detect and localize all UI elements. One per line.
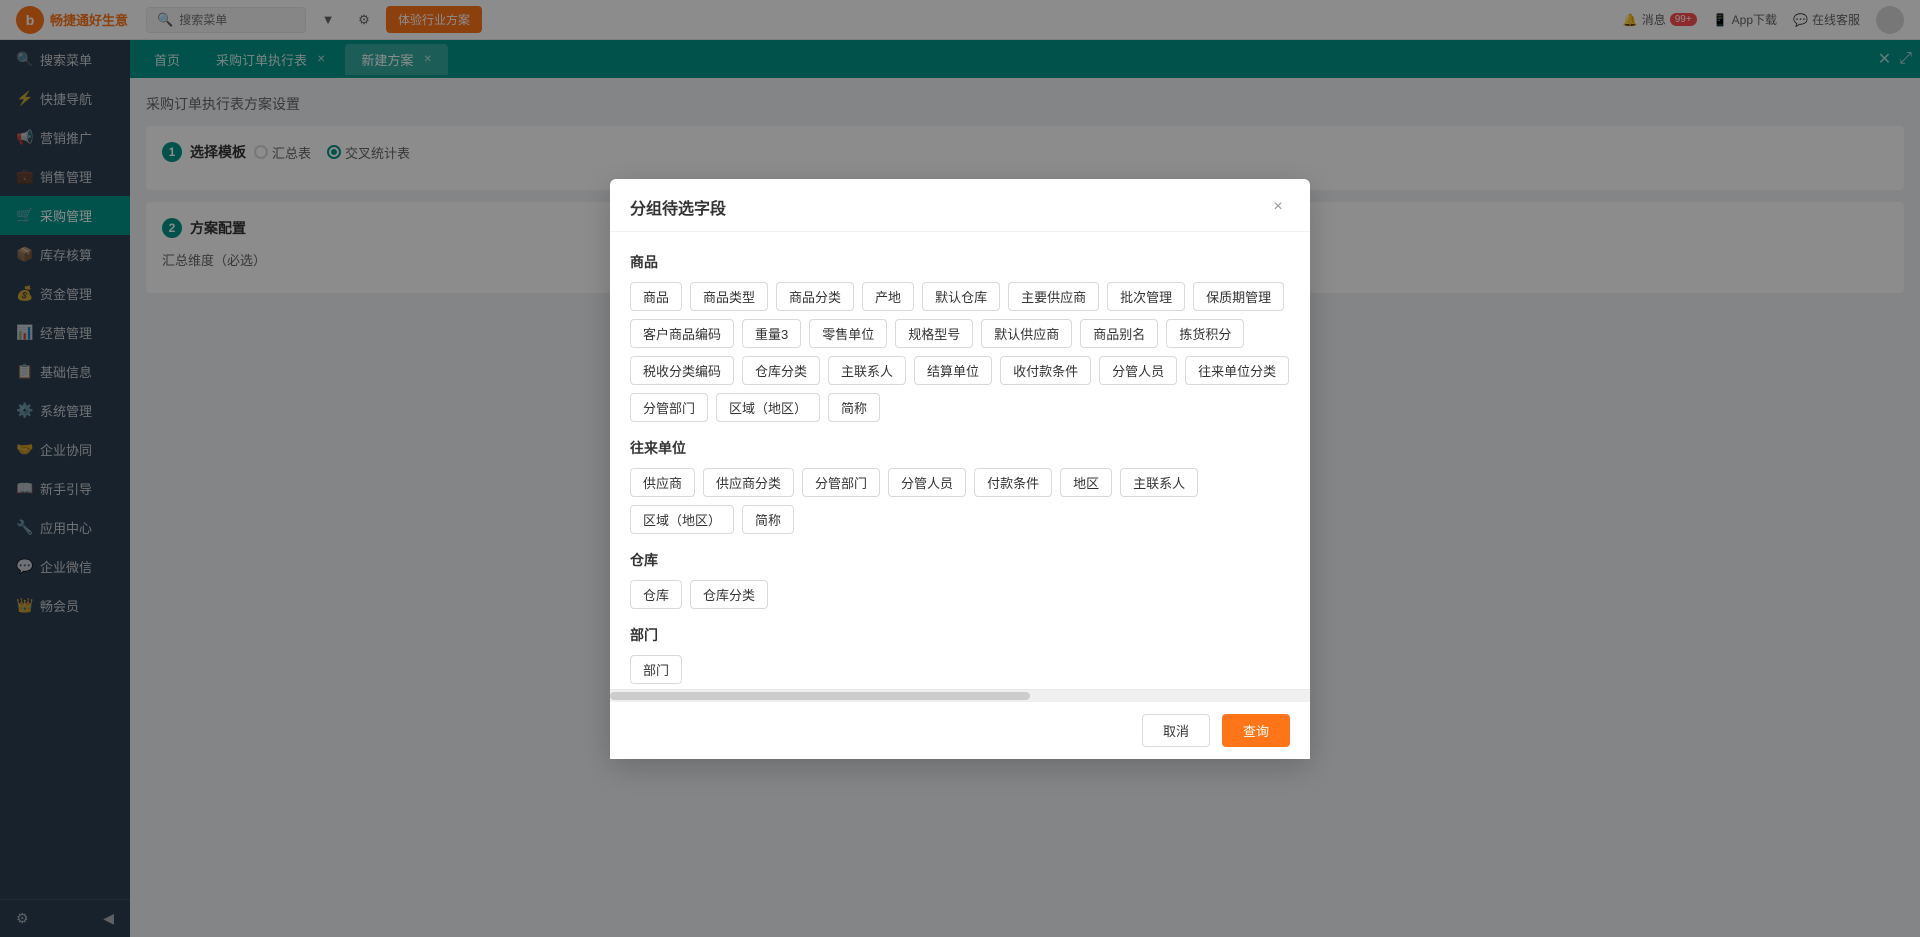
field-tag-0-10[interactable]: 零售单位 [809,319,887,348]
field-tag-2-0[interactable]: 仓库 [630,580,682,609]
field-tag-0-6[interactable]: 批次管理 [1107,282,1185,311]
field-tag-1-1[interactable]: 供应商分类 [703,468,794,497]
field-tag-0-14[interactable]: 拣货积分 [1166,319,1244,348]
field-tag-0-7[interactable]: 保质期管理 [1193,282,1284,311]
field-section-title-2: 仓库 [630,550,1290,570]
field-tag-0-11[interactable]: 规格型号 [895,319,973,348]
field-tag-1-4[interactable]: 付款条件 [974,468,1052,497]
field-tag-0-9[interactable]: 重量3 [742,319,801,348]
confirm-button[interactable]: 查询 [1222,714,1290,747]
field-tag-0-13[interactable]: 商品别名 [1080,319,1158,348]
field-tag-0-12[interactable]: 默认供应商 [981,319,1072,348]
modal-header: 分组待选字段 × [610,179,1310,232]
field-tag-2-1[interactable]: 仓库分类 [690,580,768,609]
modal-title: 分组待选字段 [630,195,726,219]
field-tag-1-5[interactable]: 地区 [1060,468,1112,497]
modal-body: 商品商品商品类型商品分类产地默认仓库主要供应商批次管理保质期管理客户商品编码重量… [610,232,1310,689]
field-tag-0-24[interactable]: 简称 [828,393,880,422]
field-tag-0-18[interactable]: 结算单位 [914,356,992,385]
modal-footer: 取消 查询 [610,701,1310,759]
field-tag-1-0[interactable]: 供应商 [630,468,695,497]
field-tag-0-15[interactable]: 税收分类编码 [630,356,734,385]
field-tag-0-19[interactable]: 收付款条件 [1000,356,1091,385]
field-tag-0-1[interactable]: 商品类型 [690,282,768,311]
field-grid-3: 部门 [630,655,1290,684]
field-tag-0-3[interactable]: 产地 [862,282,914,311]
field-tag-0-22[interactable]: 分管部门 [630,393,708,422]
modal-close-button[interactable]: × [1266,195,1290,219]
field-tag-1-6[interactable]: 主联系人 [1120,468,1198,497]
field-tag-0-0[interactable]: 商品 [630,282,682,311]
field-tag-0-5[interactable]: 主要供应商 [1008,282,1099,311]
field-tag-0-20[interactable]: 分管人员 [1099,356,1177,385]
field-tag-0-8[interactable]: 客户商品编码 [630,319,734,348]
field-section-title-1: 往来单位 [630,438,1290,458]
field-grid-1: 供应商供应商分类分管部门分管人员付款条件地区主联系人区域（地区） 简称 [630,468,1290,534]
modal-overlay[interactable]: 分组待选字段 × 商品商品商品类型商品分类产地默认仓库主要供应商批次管理保质期管… [0,0,1920,937]
field-tag-0-23[interactable]: 区域（地区） [716,393,820,422]
cancel-button[interactable]: 取消 [1142,714,1210,747]
field-tag-1-2[interactable]: 分管部门 [802,468,880,497]
modal-horizontal-scroll[interactable] [610,689,1310,701]
field-tag-0-2[interactable]: 商品分类 [776,282,854,311]
field-tag-1-8[interactable]: 简称 [742,505,794,534]
modal: 分组待选字段 × 商品商品商品类型商品分类产地默认仓库主要供应商批次管理保质期管… [610,179,1310,759]
field-tag-1-7[interactable]: 区域（地区） [630,505,734,534]
field-grid-0: 商品商品类型商品分类产地默认仓库主要供应商批次管理保质期管理客户商品编码重量3 零… [630,282,1290,422]
field-tag-0-4[interactable]: 默认仓库 [922,282,1000,311]
field-tag-0-17[interactable]: 主联系人 [828,356,906,385]
field-tag-0-21[interactable]: 往来单位分类 [1185,356,1289,385]
scroll-thumb [610,692,1030,700]
field-tag-0-16[interactable]: 仓库分类 [742,356,820,385]
field-section-title-0: 商品 [630,252,1290,272]
field-section-title-3: 部门 [630,625,1290,645]
field-tag-3-0[interactable]: 部门 [630,655,682,684]
field-tag-1-3[interactable]: 分管人员 [888,468,966,497]
field-grid-2: 仓库仓库分类 [630,580,1290,609]
